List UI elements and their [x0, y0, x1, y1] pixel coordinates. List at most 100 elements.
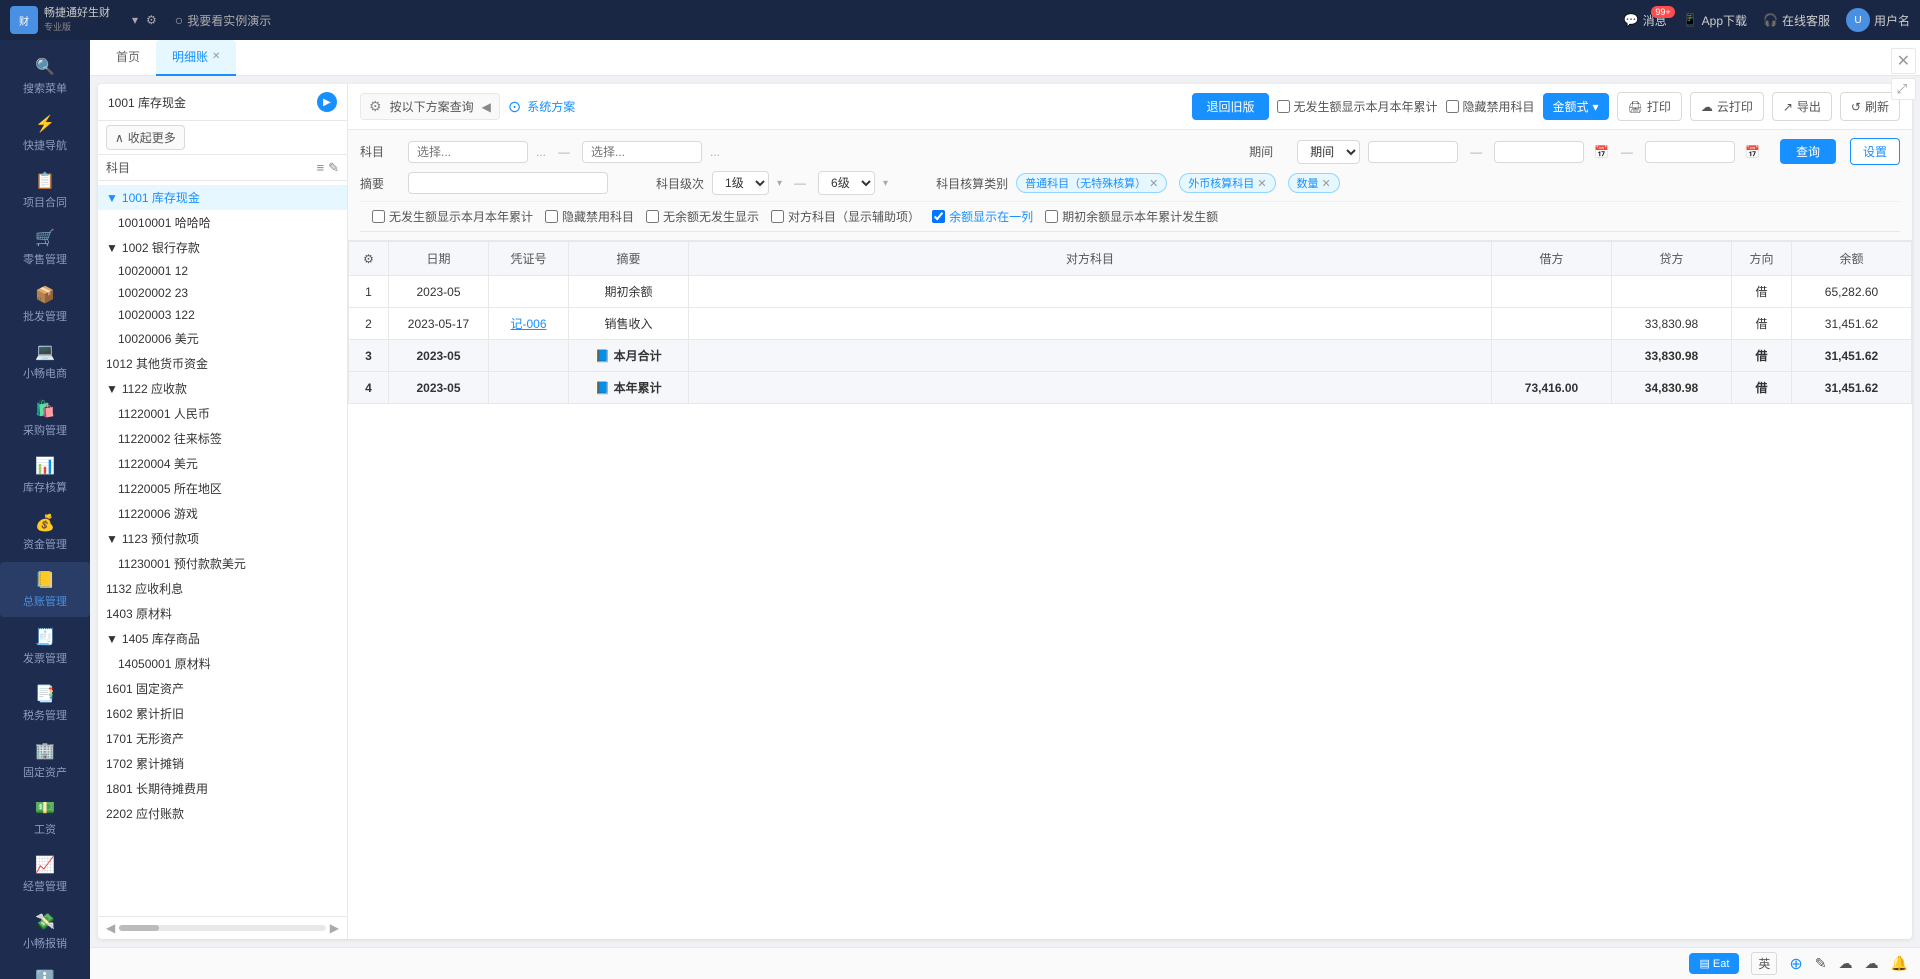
- left-panel-scrollbar[interactable]: ◀ ▶: [98, 916, 347, 939]
- settings-gear-icon[interactable]: ⚙: [146, 13, 157, 27]
- tree-item-1701[interactable]: 1701 无形资产: [98, 726, 347, 751]
- calendar-start-icon[interactable]: 📅: [1594, 145, 1609, 159]
- period-type-select[interactable]: 期间: [1297, 140, 1360, 164]
- option-no-amount-checkbox[interactable]: [372, 210, 385, 223]
- sidebar-item-operations[interactable]: 📈 经营管理: [0, 847, 90, 902]
- calendar-end-icon[interactable]: 📅: [1745, 145, 1760, 159]
- tree-item-1405[interactable]: ▼ 1405 库存商品: [98, 626, 347, 651]
- tab-detail-close-icon[interactable]: ✕: [212, 51, 220, 62]
- panel-maximize-icon[interactable]: ⤢: [1891, 84, 1912, 100]
- message-button[interactable]: 💬 消息 99+: [1624, 12, 1667, 29]
- edit-icon[interactable]: ✎: [328, 160, 339, 176]
- option-no-balance-checkbox[interactable]: [646, 210, 659, 223]
- sidebar-item-assets[interactable]: 🏢 固定资产: [0, 733, 90, 788]
- tree-item-10020006[interactable]: 10020006 美元: [98, 326, 347, 351]
- eat-button[interactable]: ▤ Eat: [1689, 953, 1739, 974]
- level-to-select[interactable]: 6级: [818, 171, 875, 195]
- query-settings-icon[interactable]: ⚙: [369, 98, 382, 115]
- show-aux-checkbox[interactable]: [1277, 100, 1290, 113]
- option-counterpart-checkbox[interactable]: [771, 210, 784, 223]
- tree-item-1132[interactable]: 1132 应收利息: [98, 576, 347, 601]
- sidebar-item-nav[interactable]: ⚡ 快捷导航: [0, 106, 90, 161]
- tree-item-10010001[interactable]: 10010001 哈哈哈: [98, 210, 347, 235]
- tree-item-11220001[interactable]: 11220001 人民币: [98, 401, 347, 426]
- summary-input[interactable]: [408, 172, 608, 194]
- tree-item-11230001[interactable]: 11230001 预付款款美元: [98, 551, 347, 576]
- tree-item-10020002[interactable]: 10020002 23: [98, 282, 347, 304]
- tree-item-1001[interactable]: ▼ 1001 库存现金: [98, 185, 347, 210]
- sidebar-item-expense[interactable]: 💸 小畅报销: [0, 904, 90, 959]
- sidebar-item-finance[interactable]: 💰 资金管理: [0, 505, 90, 560]
- tree-item-14050001[interactable]: 14050001 原材料: [98, 651, 347, 676]
- sidebar-item-retail[interactable]: 🛒 零售管理: [0, 220, 90, 275]
- period-start-input[interactable]: 2023-05: [1368, 141, 1458, 163]
- scheme-label[interactable]: 系统方案: [527, 98, 575, 115]
- print-btn[interactable]: 🖨 打印: [1617, 92, 1682, 121]
- left-collapse-arrow[interactable]: ◀: [482, 100, 491, 114]
- user-avatar-button[interactable]: U 用户名: [1846, 8, 1910, 32]
- sidebar-item-tax[interactable]: 📑 税务管理: [0, 676, 90, 731]
- demo-link[interactable]: ○ 我要看实例演示: [175, 12, 271, 29]
- tree-item-2202[interactable]: 2202 应付账款: [98, 801, 347, 826]
- tree-item-1801[interactable]: 1801 长期待摊费用: [98, 776, 347, 801]
- settings-btn[interactable]: 设置: [1850, 138, 1900, 165]
- option-period-open-checkbox[interactable]: [1045, 210, 1058, 223]
- window-dropdown-icon[interactable]: ▾: [132, 13, 138, 27]
- tree-item-1002[interactable]: ▼ 1002 银行存款: [98, 235, 347, 260]
- sidebar-item-purchase[interactable]: 🛍️ 采购管理: [0, 391, 90, 446]
- cloud-print-btn[interactable]: ☁ 云打印: [1690, 92, 1764, 121]
- sidebar-item-invoice[interactable]: 🧾 发票管理: [0, 619, 90, 674]
- sidebar-item-salary[interactable]: 💵 工资: [0, 790, 90, 845]
- export-btn[interactable]: ↗ 导出: [1772, 92, 1832, 121]
- bottom-cloud2-icon[interactable]: ☁: [1865, 955, 1879, 972]
- tree-item-11220002[interactable]: 11220002 往来标签: [98, 426, 347, 451]
- period-end-input2[interactable]: 2023-05: [1645, 141, 1735, 163]
- sidebar-item-inventory[interactable]: 📊 库存核算: [0, 448, 90, 503]
- sidebar-item-search[interactable]: 🔍 搜索菜单: [0, 49, 90, 104]
- query-btn[interactable]: 查询: [1780, 139, 1836, 164]
- scroll-right-icon[interactable]: ▶: [330, 921, 339, 935]
- app-download-button[interactable]: 📱 App下载: [1683, 12, 1747, 29]
- bottom-cloud1-icon[interactable]: ☁: [1839, 955, 1853, 972]
- voucher-link[interactable]: 记-006: [510, 317, 546, 331]
- tree-item-11220004[interactable]: 11220004 美元: [98, 451, 347, 476]
- tree-item-1602[interactable]: 1602 累计折旧: [98, 701, 347, 726]
- scroll-left-icon[interactable]: ◀: [106, 921, 115, 935]
- level-from-select[interactable]: 1级: [712, 171, 769, 195]
- filter-icon[interactable]: ≡: [317, 160, 325, 175]
- col-settings-header[interactable]: ⚙: [349, 242, 389, 276]
- bottom-lang-btn[interactable]: 英: [1751, 952, 1777, 975]
- tab-detail[interactable]: 明细账 ✕: [156, 40, 236, 76]
- row2-voucher[interactable]: 记-006: [489, 308, 569, 340]
- tab-home[interactable]: 首页: [100, 40, 156, 76]
- tag-quantity-close-icon[interactable]: ✕: [1322, 177, 1331, 190]
- tree-item-1601[interactable]: 1601 固定资产: [98, 676, 347, 701]
- account-navigate-btn[interactable]: ▶: [317, 92, 337, 112]
- option-balance-col-checkbox[interactable]: [932, 210, 945, 223]
- bottom-add-icon[interactable]: ⊕: [1789, 954, 1802, 974]
- account-selector[interactable]: 1001 库存现金: [108, 94, 311, 111]
- online-service-button[interactable]: 🎧 在线客服: [1763, 12, 1830, 29]
- expand-more-btn[interactable]: ∧ 收起更多: [106, 125, 185, 150]
- tag-foreign-close-icon[interactable]: ✕: [1257, 177, 1266, 190]
- amount-format-dropdown[interactable]: 金额式 ▾: [1543, 93, 1609, 120]
- tree-item-1403[interactable]: 1403 原材料: [98, 601, 347, 626]
- tree-item-1122[interactable]: ▼ 1122 应收款: [98, 376, 347, 401]
- bottom-edit-icon[interactable]: ✎: [1815, 955, 1827, 972]
- account-filter-input[interactable]: [408, 141, 528, 163]
- tree-item-11220005[interactable]: 11220005 所在地区: [98, 476, 347, 501]
- bottom-bell-icon[interactable]: 🔔: [1891, 955, 1908, 972]
- tag-normal-close-icon[interactable]: ✕: [1149, 177, 1158, 190]
- option-hide-disabled-checkbox[interactable]: [545, 210, 558, 223]
- tree-item-1123[interactable]: ▼ 1123 预付款项: [98, 526, 347, 551]
- sidebar-item-contract[interactable]: 📋 项目合同: [0, 163, 90, 218]
- tree-item-1702[interactable]: 1702 累计摊销: [98, 751, 347, 776]
- tree-item-10020001[interactable]: 10020001 12: [98, 260, 347, 282]
- sidebar-item-ledger[interactable]: 📒 总账管理: [0, 562, 90, 617]
- sidebar-item-wholesale[interactable]: 📦 批发管理: [0, 277, 90, 332]
- back-old-btn[interactable]: 退回旧版: [1192, 93, 1268, 120]
- period-end-input[interactable]: 2023-05: [1494, 141, 1584, 163]
- sidebar-item-basic[interactable]: ℹ️ 基础信息: [0, 961, 90, 979]
- tree-item-1012[interactable]: 1012 其他货币资金: [98, 351, 347, 376]
- sidebar-item-ecommerce[interactable]: 💻 小畅电商: [0, 334, 90, 389]
